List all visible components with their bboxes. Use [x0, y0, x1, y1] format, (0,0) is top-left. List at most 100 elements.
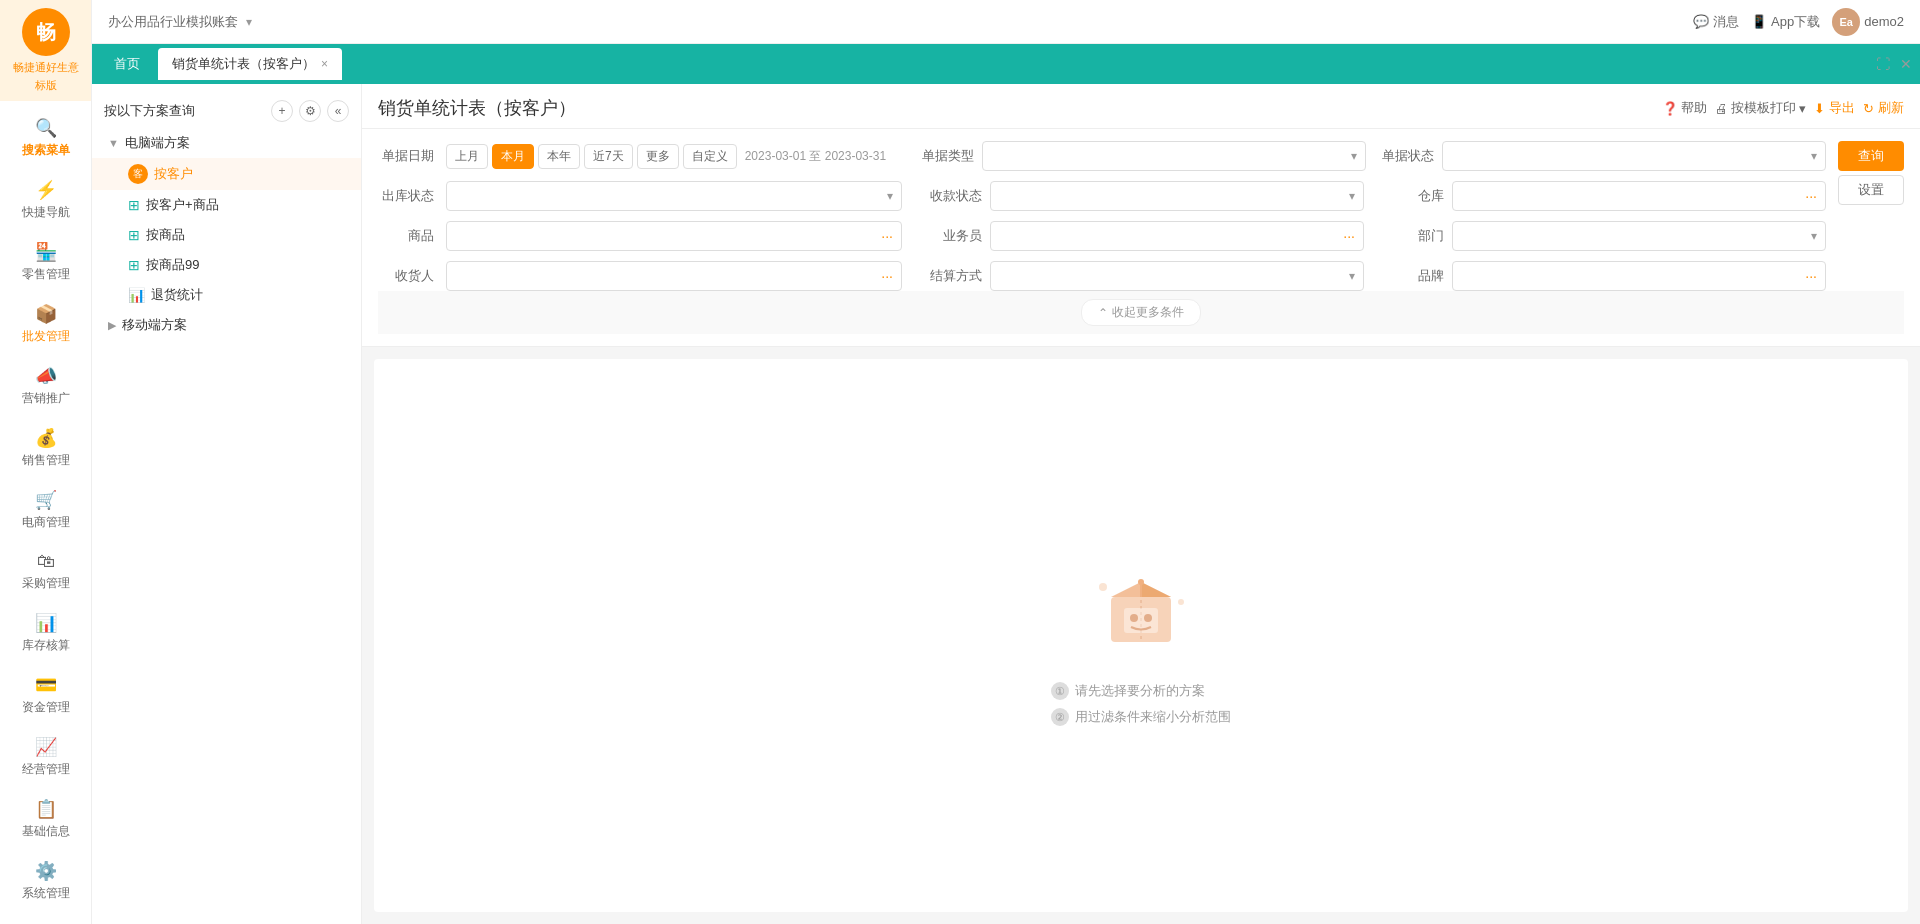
brand-select[interactable]: ···	[1452, 261, 1826, 291]
logo-icon: 畅	[22, 8, 70, 56]
sidebar-item-purchase[interactable]: 🛍 采购管理	[0, 541, 91, 602]
svg-point-4	[1099, 583, 1107, 591]
product99-icon: ⊞	[128, 257, 140, 273]
this-month-btn[interactable]: 本月	[492, 144, 534, 169]
tab-home-label: 首页	[114, 55, 140, 73]
print-icon: 🖨	[1715, 101, 1728, 116]
this-year-btn[interactable]: 本年	[538, 144, 580, 169]
last-month-btn[interactable]: 上月	[446, 144, 488, 169]
svg-marker-2	[1141, 582, 1171, 597]
sidebar-item-quick-nav[interactable]: ⚡ 快捷导航	[0, 169, 91, 231]
maximize-icon[interactable]: ⛶	[1876, 56, 1890, 72]
sidebar-item-retail[interactable]: 🏪 零售管理	[0, 231, 91, 293]
salesperson-dots[interactable]: ···	[1343, 228, 1355, 244]
warehouse-select[interactable]: ···	[1452, 181, 1826, 211]
settlement-chevron: ▾	[1349, 269, 1355, 283]
sidebar-item-search-label: 搜索菜单	[22, 142, 70, 159]
return-stats-icon: 📊	[128, 287, 145, 303]
sidebar-item-operations-label: 经营管理	[22, 761, 70, 778]
bill-status-select[interactable]: ▾	[1442, 141, 1826, 171]
empty-step1-text: 请先选择要分析的方案	[1075, 678, 1205, 704]
template-print-label: 按模板打印	[1731, 99, 1796, 117]
salesperson-select[interactable]: ···	[990, 221, 1364, 251]
receipt-status-chevron: ▾	[1349, 189, 1355, 203]
sidebar-item-marketing[interactable]: 📣 营销推广	[0, 355, 91, 417]
ecommerce-icon: 🛒	[35, 489, 57, 511]
sidebar-item-sales[interactable]: 💰 销售管理	[0, 417, 91, 479]
tree-item-by-product[interactable]: ⊞ 按商品	[92, 220, 361, 250]
topbar-actions-right: 💬 消息 📱 App下载 Ea demo2	[1693, 8, 1904, 36]
custom-btn[interactable]: 自定义	[683, 144, 737, 169]
tree-desktop-scheme[interactable]: ▼ 电脑端方案	[92, 128, 361, 158]
user-avatar: Ea	[1832, 8, 1860, 36]
settlement-label: 结算方式	[926, 267, 982, 285]
sidebar-item-ecommerce[interactable]: 🛒 电商管理	[0, 479, 91, 541]
tree-desktop-scheme-label: 电脑端方案	[125, 134, 190, 152]
content-area: 按以下方案查询 + ⚙ « ▼ 电脑端方案 客 按客户 ⊞ 按客户+商品	[92, 84, 1920, 924]
tree-item-return-stats[interactable]: 📊 退货统计	[92, 280, 361, 310]
messages-label: 消息	[1713, 13, 1739, 31]
tree-item-by-customer[interactable]: 客 按客户	[92, 158, 361, 190]
tree-item-by-product99[interactable]: ⊞ 按商品99	[92, 250, 361, 280]
logo-subtitle: 标版	[35, 78, 57, 92]
sidebar-item-collab[interactable]: 🤝 企业协同	[0, 912, 91, 924]
help-icon: ❓	[1662, 101, 1678, 116]
sidebar-item-finance[interactable]: 💳 资金管理	[0, 664, 91, 726]
department-select[interactable]: ▾	[1452, 221, 1826, 251]
tree-item-by-customer-product[interactable]: ⊞ 按客户+商品	[92, 190, 361, 220]
template-print-dropdown-icon[interactable]: ▾	[1799, 101, 1806, 116]
sidebar-item-wholesale[interactable]: 📦 批发管理	[0, 293, 91, 355]
sidebar-item-search[interactable]: 🔍 搜索菜单	[0, 107, 91, 169]
export-button[interactable]: ⬇ 导出	[1814, 99, 1855, 117]
more-btn[interactable]: 更多	[637, 144, 679, 169]
settings-button[interactable]: 设置	[1838, 175, 1904, 205]
help-label: 帮助	[1681, 99, 1707, 117]
add-scheme-button[interactable]: +	[271, 100, 293, 122]
user-profile[interactable]: Ea demo2	[1832, 8, 1904, 36]
tree-mobile-scheme[interactable]: ▶ 移动端方案	[92, 310, 361, 340]
sidebar-item-system[interactable]: ⚙️ 系统管理	[0, 850, 91, 912]
warehouse-dots[interactable]: ···	[1805, 188, 1817, 204]
topbar-dropdown-icon[interactable]: ▾	[246, 15, 252, 29]
app-download-button[interactable]: 📱 App下载	[1751, 13, 1820, 31]
tab-sales-stats[interactable]: 销货单统计表（按客户） ×	[158, 48, 342, 80]
wholesale-icon: 📦	[35, 303, 57, 325]
svg-point-8	[1144, 614, 1152, 622]
receipt-status-select[interactable]: ▾	[990, 181, 1364, 211]
left-panel-title: 按以下方案查询	[104, 102, 195, 120]
template-print-button[interactable]: 🖨 按模板打印 ▾	[1715, 99, 1806, 117]
collapse-panel-button[interactable]: «	[327, 100, 349, 122]
last7-btn[interactable]: 近7天	[584, 144, 633, 169]
step1-num: ①	[1051, 682, 1069, 700]
left-panel: 按以下方案查询 + ⚙ « ▼ 电脑端方案 客 按客户 ⊞ 按客户+商品	[92, 84, 362, 924]
close-window-icon[interactable]: ✕	[1900, 56, 1912, 72]
settings-scheme-button[interactable]: ⚙	[299, 100, 321, 122]
left-panel-header: 按以下方案查询 + ⚙ «	[92, 94, 361, 128]
date-bar: 上月 本月 本年 近7天 更多 自定义 2023-03-01 至 2023-03…	[446, 144, 886, 169]
bill-type-select[interactable]: ▾	[982, 141, 1366, 171]
product-dots[interactable]: ···	[881, 228, 893, 244]
tab-close-icon[interactable]: ×	[321, 57, 328, 71]
product-select[interactable]: ···	[446, 221, 902, 251]
empty-step-1: ① 请先选择要分析的方案	[1051, 678, 1231, 704]
sidebar-item-inventory[interactable]: 📊 库存核算	[0, 602, 91, 664]
messages-button[interactable]: 💬 消息	[1693, 13, 1739, 31]
sidebar-item-basics[interactable]: 📋 基础信息	[0, 788, 91, 850]
bill-status-label: 单据状态	[1378, 147, 1434, 165]
download-icon: 📱	[1751, 14, 1767, 29]
tab-home[interactable]: 首页	[100, 48, 154, 80]
query-button[interactable]: 查询	[1838, 141, 1904, 171]
settlement-select[interactable]: ▾	[990, 261, 1364, 291]
step2-num: ②	[1051, 708, 1069, 726]
collapse-button[interactable]: ⌃ 收起更多条件	[1081, 299, 1201, 326]
receiver-select[interactable]: ···	[446, 261, 902, 291]
brand-dots[interactable]: ···	[1805, 268, 1817, 284]
out-status-select[interactable]: ▾	[446, 181, 902, 211]
receiver-dots[interactable]: ···	[881, 268, 893, 284]
help-button[interactable]: ❓ 帮助	[1662, 99, 1707, 117]
receipt-status-label: 收款状态	[926, 187, 982, 205]
refresh-button[interactable]: ↻ 刷新	[1863, 99, 1904, 117]
department-label: 部门	[1388, 227, 1444, 245]
sidebar-item-sales-label: 销售管理	[22, 452, 70, 469]
sidebar-item-operations[interactable]: 📈 经营管理	[0, 726, 91, 788]
